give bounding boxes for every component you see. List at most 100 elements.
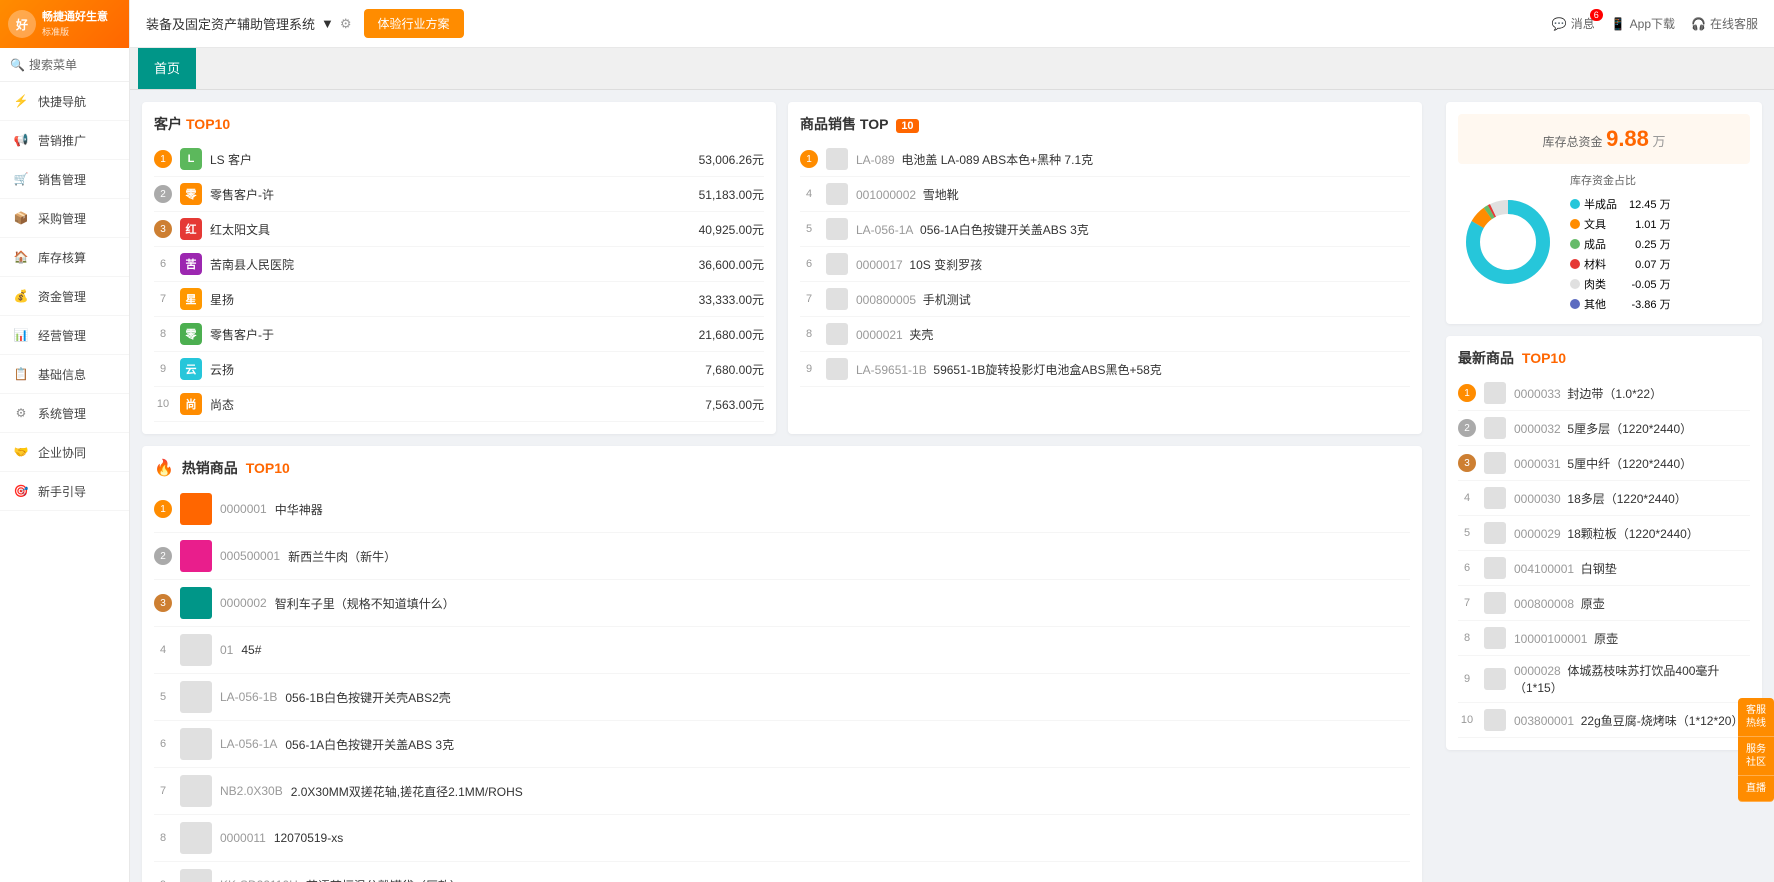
- top-row: 客户TOP10 1 L LS 客户 53,006.26元 2 零 零售客户-许: [142, 102, 1422, 434]
- rank-name: 001000002 雪地靴: [856, 186, 1410, 203]
- sidebar-item-quick-nav[interactable]: ⚡ 快捷导航: [0, 82, 129, 121]
- rank-name: 0000021 夹壳: [856, 326, 1410, 343]
- sidebar-item-label: 经营管理: [38, 327, 86, 344]
- sidebar-item-collab[interactable]: 🤝 企业协同: [0, 433, 129, 472]
- sidebar-item-label: 库存核算: [38, 249, 86, 266]
- headset-icon: 🎧: [1691, 17, 1706, 31]
- legend-value: 1.01 万: [1627, 216, 1670, 232]
- product-info: 0000032 5厘多层（1220*2440）: [1514, 420, 1750, 437]
- sidebar-item-basic-info[interactable]: 📋 基础信息: [0, 355, 129, 394]
- service-community-btn[interactable]: 服务社区: [1738, 737, 1774, 776]
- sidebar-item-system[interactable]: ⚙ 系统管理: [0, 394, 129, 433]
- sidebar-item-sales[interactable]: 🛒 销售管理: [0, 160, 129, 199]
- trial-button[interactable]: 体验行业方案: [364, 9, 464, 38]
- app-subtitle: 标准版: [42, 25, 108, 38]
- topbar-actions: 💬 消息 6 📱 App下载 🎧 在线客服: [1552, 15, 1758, 32]
- dropdown-icon[interactable]: ▼: [321, 16, 334, 31]
- product-info: 004100001 白钢垫: [1514, 560, 1750, 577]
- product-name: 056-1B白色按键开关壳ABS2壳: [285, 689, 450, 706]
- rank-num: 7: [154, 290, 172, 308]
- product-name: 45#: [241, 643, 261, 657]
- sidebar-item-purchase[interactable]: 📦 采购管理: [0, 199, 129, 238]
- product-code: 01: [220, 643, 233, 657]
- rank-num: 9: [154, 360, 172, 378]
- sales-top-badge: 10: [896, 119, 918, 133]
- list-item: 5 LA-056-1B 056-1B白色按键开关壳ABS2壳: [154, 674, 1410, 721]
- rank-num: 2: [154, 547, 172, 565]
- tab-home[interactable]: 首页: [138, 48, 196, 89]
- rank-name: 零售客户-于: [210, 326, 691, 343]
- list-item: 9 0000028 体城荔枝味苏打饮品400毫升（1*15）: [1458, 656, 1750, 703]
- settings-icon[interactable]: ⚙: [340, 16, 352, 32]
- rank-num: 6: [800, 255, 818, 273]
- new-products-title: 最新商品 TOP10: [1458, 348, 1750, 368]
- table-row: 9 云 云扬 7,680.00元: [154, 352, 764, 387]
- product-thumb: [826, 323, 848, 345]
- product-thumb: [1484, 709, 1506, 731]
- search-icon: 🔍: [10, 58, 25, 72]
- product-code: KK-SD22110H: [220, 878, 298, 882]
- rank-amount: 33,333.00元: [699, 291, 764, 308]
- sidebar-search[interactable]: 🔍 搜索菜单: [0, 48, 129, 82]
- message-btn[interactable]: 💬 消息 6: [1552, 15, 1595, 32]
- legend-item: 成品 0.25 万: [1570, 236, 1671, 252]
- list-item: 4 0000030 18多层（1220*2440）: [1458, 481, 1750, 516]
- product-thumb: [180, 587, 212, 619]
- legend-dot: [1570, 199, 1580, 209]
- product-thumb: [1484, 668, 1506, 690]
- legend-label: 材料: [1584, 256, 1606, 272]
- rank-num: 8: [800, 325, 818, 343]
- table-row: 7 星 星扬 33,333.00元: [154, 282, 764, 317]
- legend-label: 其他: [1584, 296, 1606, 312]
- sidebar-item-inventory[interactable]: 🏠 库存核算: [0, 238, 129, 277]
- legend-item: 肉类 -0.05 万: [1570, 276, 1671, 292]
- sidebar: 好 畅捷通好生意 标准版 🔍 搜索菜单 ⚡ 快捷导航 📢 营销推广 🛒 销售管理…: [0, 0, 130, 882]
- list-item: 2 000500001 新西兰牛肉（新牛）: [154, 533, 1410, 580]
- sidebar-item-label: 销售管理: [38, 171, 86, 188]
- rank-name: 000800005 手机测试: [856, 291, 1410, 308]
- product-thumb: [180, 775, 212, 807]
- product-code: NB2.0X30B: [220, 784, 283, 798]
- legend-dot: [1570, 299, 1580, 309]
- new-products-list: 1 0000033 封边带（1.0*22） 2 0000032 5厘多层（122…: [1458, 376, 1750, 738]
- rank-num: 1: [800, 150, 818, 168]
- legend-item: 其他 -3.86 万: [1570, 296, 1671, 312]
- topbar: 装备及固定资产辅助管理系统 ▼ ⚙ 体验行业方案 💬 消息 6 📱 App下载 …: [130, 0, 1774, 48]
- table-row: 8 零 零售客户-于 21,680.00元: [154, 317, 764, 352]
- sidebar-item-finance[interactable]: 💰 资金管理: [0, 277, 129, 316]
- rank-badge: 尚: [180, 393, 202, 415]
- product-thumb: [180, 869, 212, 882]
- rank-name: 尚态: [210, 396, 697, 413]
- rank-num: 4: [800, 185, 818, 203]
- sidebar-item-label: 基础信息: [38, 366, 86, 383]
- main-area: 装备及固定资产辅助管理系统 ▼ ⚙ 体验行业方案 💬 消息 6 📱 App下载 …: [130, 0, 1774, 882]
- sidebar-item-guide[interactable]: 🎯 新手引导: [0, 472, 129, 511]
- sales-icon: 🛒: [12, 170, 30, 188]
- list-item: 1 0000033 封边带（1.0*22）: [1458, 376, 1750, 411]
- message-icon: 💬: [1552, 17, 1567, 31]
- table-row: 1 L LS 客户 53,006.26元: [154, 142, 764, 177]
- live-stream-btn[interactable]: 直播: [1738, 776, 1774, 802]
- list-item: 3 0000002 智利车子里（规格不知道填什么）: [154, 580, 1410, 627]
- sidebar-item-marketing[interactable]: 📢 营销推广: [0, 121, 129, 160]
- rank-name: 红太阳文具: [210, 221, 691, 238]
- table-row: 6 苦 苦南县人民医院 36,600.00元: [154, 247, 764, 282]
- product-info: 003800001 22g鱼豆腐-烧烤味（1*12*20）: [1514, 712, 1750, 729]
- customer-service-btn[interactable]: 客服热线: [1738, 698, 1774, 737]
- sidebar-item-operations[interactable]: 📊 经营管理: [0, 316, 129, 355]
- sidebar-item-label: 快捷导航: [38, 93, 86, 110]
- inventory-card: 库存总资金 9.88 万: [1446, 102, 1762, 324]
- rank-num: 1: [1458, 384, 1476, 402]
- legend-label: 肉类: [1584, 276, 1606, 292]
- inventory-label: 库存总资金 9.88 万: [1470, 126, 1738, 152]
- product-thumb: [1484, 522, 1506, 544]
- app-download-btn[interactable]: 📱 App下载: [1611, 15, 1675, 32]
- product-name: 花语萌恒温分離罐袋（厚款）: [306, 877, 462, 882]
- product-thumb: [826, 218, 848, 240]
- chart-legend: 库存资金占比 半成品 12.45 万 文具 1.01 万: [1570, 172, 1671, 312]
- product-thumb: [180, 822, 212, 854]
- product-info: 10000100001 原壶: [1514, 630, 1750, 647]
- online-service-btn[interactable]: 🎧 在线客服: [1691, 15, 1758, 32]
- sidebar-item-label: 企业协同: [38, 444, 86, 461]
- rank-num: 9: [800, 360, 818, 378]
